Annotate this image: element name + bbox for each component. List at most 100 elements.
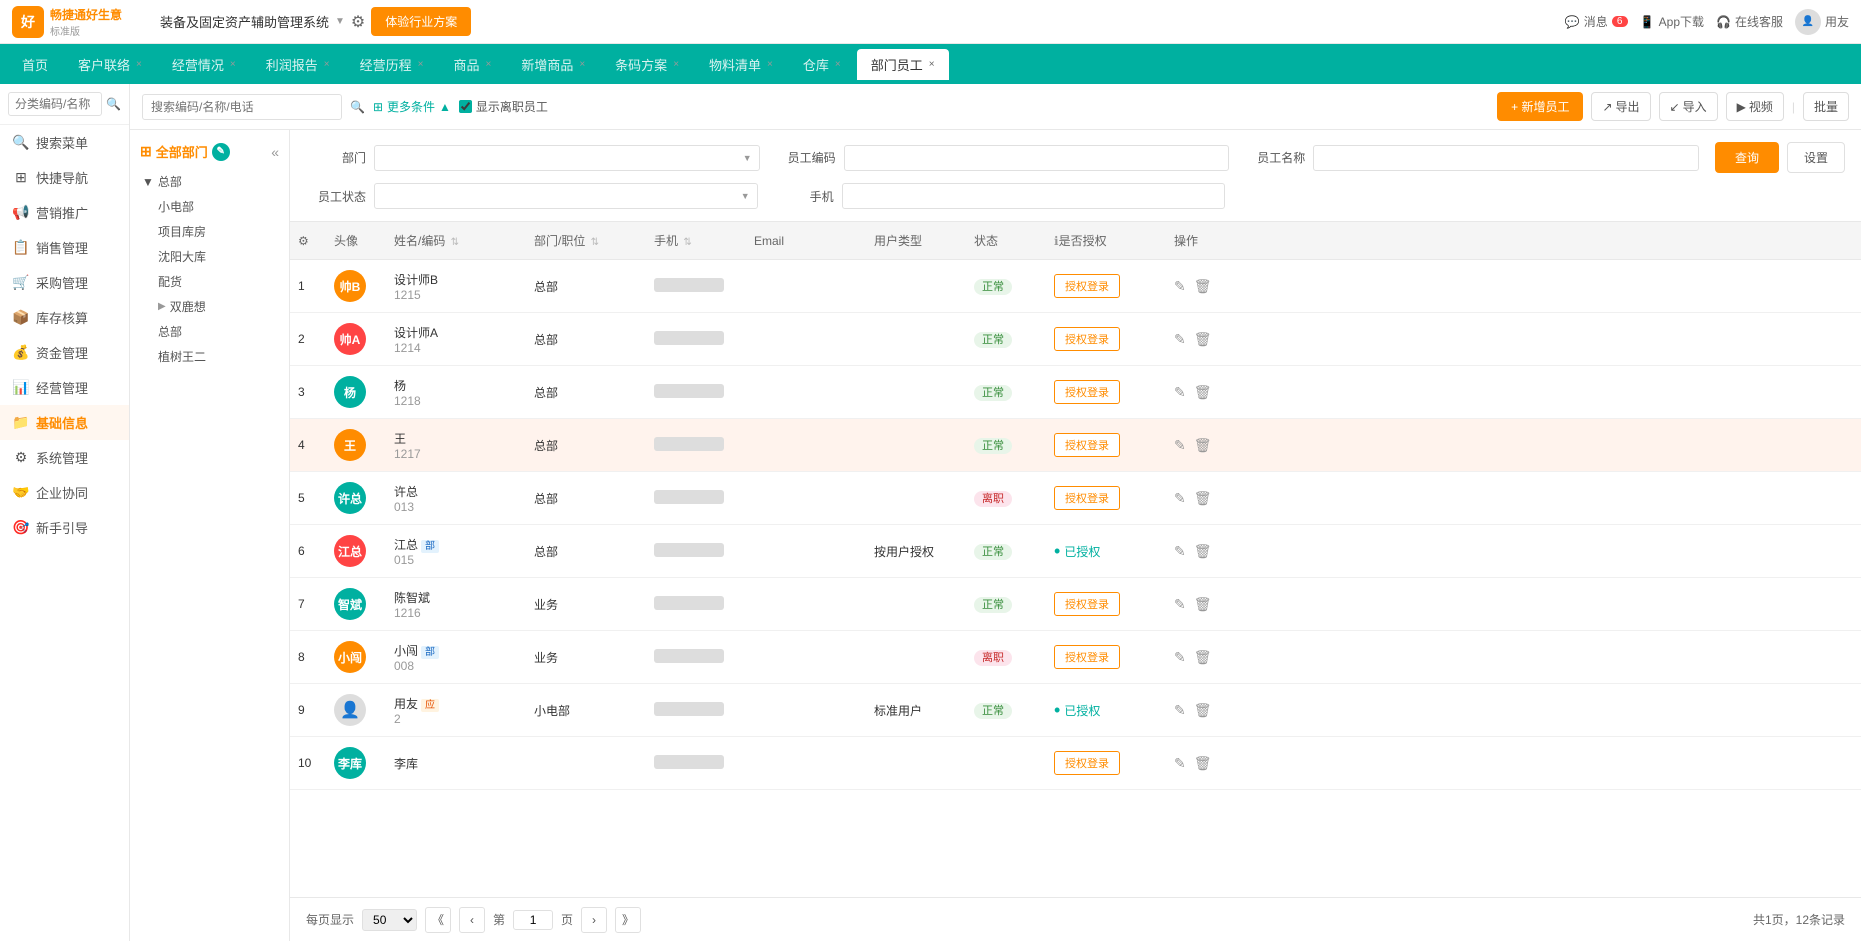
close-customer-tab[interactable]: × xyxy=(136,59,142,70)
page-size-select[interactable]: 50 20 100 xyxy=(362,909,417,931)
auth-login-button[interactable]: 授权登录 xyxy=(1054,751,1120,775)
export-button[interactable]: ↗ 导出 xyxy=(1591,92,1650,121)
sidebar-item-guide[interactable]: 🎯 新手引导 xyxy=(0,510,129,545)
sidebar-search-input[interactable] xyxy=(8,92,102,116)
tab-bom[interactable]: 物料清单× xyxy=(695,49,787,80)
close-history-tab[interactable]: × xyxy=(418,59,424,70)
auth-login-button[interactable]: 授权登录 xyxy=(1054,645,1120,669)
auth-login-button[interactable]: 授权登录 xyxy=(1054,486,1120,510)
col-dept[interactable]: 部门/职位 ⇅ xyxy=(526,222,646,260)
dept-node-zhishu[interactable]: 植树王二 xyxy=(138,344,281,369)
sidebar-item-system[interactable]: ⚙ 系统管理 xyxy=(0,440,129,475)
trial-button[interactable]: 体验行业方案 xyxy=(371,7,471,36)
tab-warehouse[interactable]: 仓库× xyxy=(789,49,855,80)
dept-select[interactable] xyxy=(374,145,760,171)
edit-button[interactable]: ✎ xyxy=(1174,702,1186,719)
dept-node-shenyang[interactable]: 沈阳大库 xyxy=(138,244,281,269)
edit-button[interactable]: ✎ xyxy=(1174,596,1186,613)
messages-button[interactable]: 💬 消息 6 xyxy=(1565,13,1628,30)
batch-button[interactable]: 批量 xyxy=(1803,92,1849,121)
auth-login-button[interactable]: 授权登录 xyxy=(1054,592,1120,616)
sidebar-item-nav[interactable]: ⊞ 快捷导航 xyxy=(0,160,129,195)
edit-button[interactable]: ✎ xyxy=(1174,331,1186,348)
sidebar-item-sales[interactable]: 📋 销售管理 xyxy=(0,230,129,265)
auth-login-button[interactable]: 授权登录 xyxy=(1054,274,1120,298)
import-button[interactable]: ↙ 导入 xyxy=(1659,92,1718,121)
edit-button[interactable]: ✎ xyxy=(1174,543,1186,560)
dept-node-shuanglu[interactable]: ▶ 双鹿想 xyxy=(138,294,281,319)
phone-input[interactable] xyxy=(842,183,1226,209)
show-resigned-checkbox[interactable] xyxy=(459,100,472,113)
col-phone[interactable]: 手机 ⇅ xyxy=(646,222,746,260)
sidebar-search-icon[interactable]: 🔍 xyxy=(106,97,121,111)
col-name[interactable]: 姓名/编码 ⇅ xyxy=(386,222,526,260)
tab-barcode[interactable]: 条码方案× xyxy=(601,49,693,80)
more-conditions-button[interactable]: ⊞ 更多条件 ▲ xyxy=(373,98,451,115)
delete-button[interactable]: 🗑 xyxy=(1194,384,1212,401)
dept-edit-icon[interactable]: ✎ xyxy=(212,143,230,161)
close-profit-tab[interactable]: × xyxy=(324,59,330,70)
tab-history[interactable]: 经营历程× xyxy=(346,49,438,80)
auth-login-button[interactable]: 授权登录 xyxy=(1054,380,1120,404)
status-select[interactable] xyxy=(374,183,758,209)
show-resigned-label[interactable]: 显示离职员工 xyxy=(459,98,548,115)
auth-login-button[interactable]: 授权登录 xyxy=(1054,327,1120,351)
sidebar-item-finance[interactable]: 💰 资金管理 xyxy=(0,335,129,370)
last-page-button[interactable]: 》 xyxy=(615,907,641,933)
tab-home[interactable]: 首页 xyxy=(8,49,62,80)
delete-button[interactable]: 🗑 xyxy=(1194,278,1212,295)
tab-goods[interactable]: 商品× xyxy=(439,49,505,80)
close-employees-tab[interactable]: × xyxy=(929,59,935,70)
settings-icon[interactable]: ⚙ xyxy=(351,12,365,32)
dept-node-xiaodibu[interactable]: 小电部 xyxy=(138,194,281,219)
tab-add-goods[interactable]: 新增商品× xyxy=(507,49,599,80)
tab-profit[interactable]: 利润报告× xyxy=(252,49,344,80)
prev-page-button[interactable]: ‹ xyxy=(459,907,485,933)
tab-employees[interactable]: 部门员工× xyxy=(857,49,949,80)
sidebar-item-inventory[interactable]: 📦 库存核算 xyxy=(0,300,129,335)
edit-button[interactable]: ✎ xyxy=(1174,649,1186,666)
edit-button[interactable]: ✎ xyxy=(1174,278,1186,295)
app-download-button[interactable]: 📱 App下载 xyxy=(1640,13,1704,30)
user-button[interactable]: 👤 用友 xyxy=(1795,9,1849,35)
next-page-button[interactable]: › xyxy=(581,907,607,933)
delete-button[interactable]: 🗑 xyxy=(1194,702,1212,719)
close-warehouse-tab[interactable]: × xyxy=(835,59,841,70)
sidebar-item-purchase[interactable]: 🛒 采购管理 xyxy=(0,265,129,300)
dept-node-zongbu[interactable]: ▼ 总部 xyxy=(138,169,281,194)
page-number-input[interactable] xyxy=(513,910,553,930)
sidebar-item-search[interactable]: 🔍 搜索菜单 xyxy=(0,125,129,160)
tab-operation[interactable]: 经营情况× xyxy=(158,49,250,80)
sidebar-item-operation[interactable]: 📊 经营管理 xyxy=(0,370,129,405)
sidebar-item-marketing[interactable]: 📢 营销推广 xyxy=(0,195,129,230)
sidebar-item-collab[interactable]: 🤝 企业协同 xyxy=(0,475,129,510)
delete-button[interactable]: 🗑 xyxy=(1194,649,1212,666)
dept-node-xiangtumu[interactable]: 项目库房 xyxy=(138,219,281,244)
dept-node-peihuo[interactable]: 配货 xyxy=(138,269,281,294)
edit-button[interactable]: ✎ xyxy=(1174,755,1186,772)
close-add-goods-tab[interactable]: × xyxy=(579,59,585,70)
add-employee-button[interactable]: + 新增员工 xyxy=(1497,92,1583,121)
search-icon[interactable]: 🔍 xyxy=(350,100,365,114)
close-operation-tab[interactable]: × xyxy=(230,59,236,70)
auth-login-button[interactable]: 授权登录 xyxy=(1054,433,1120,457)
set-button[interactable]: 设置 xyxy=(1787,142,1845,173)
col-settings[interactable]: ⚙ xyxy=(290,222,326,260)
search-input[interactable] xyxy=(142,94,342,120)
dept-collapse-button[interactable]: « xyxy=(271,144,279,160)
edit-button[interactable]: ✎ xyxy=(1174,490,1186,507)
delete-button[interactable]: 🗑 xyxy=(1194,490,1212,507)
edit-button[interactable]: ✎ xyxy=(1174,437,1186,454)
close-goods-tab[interactable]: × xyxy=(485,59,491,70)
close-bom-tab[interactable]: × xyxy=(767,59,773,70)
dept-node-zongbu2[interactable]: 总部 xyxy=(138,319,281,344)
tab-customer[interactable]: 客户联络× xyxy=(64,49,156,80)
delete-button[interactable]: 🗑 xyxy=(1194,755,1212,772)
delete-button[interactable]: 🗑 xyxy=(1194,543,1212,560)
close-barcode-tab[interactable]: × xyxy=(673,59,679,70)
system-dropdown-icon[interactable]: ▼ xyxy=(335,16,345,27)
sidebar-item-basic[interactable]: 📁 基础信息 xyxy=(0,405,129,440)
emp-code-input[interactable] xyxy=(844,145,1230,171)
edit-button[interactable]: ✎ xyxy=(1174,384,1186,401)
delete-button[interactable]: 🗑 xyxy=(1194,331,1212,348)
